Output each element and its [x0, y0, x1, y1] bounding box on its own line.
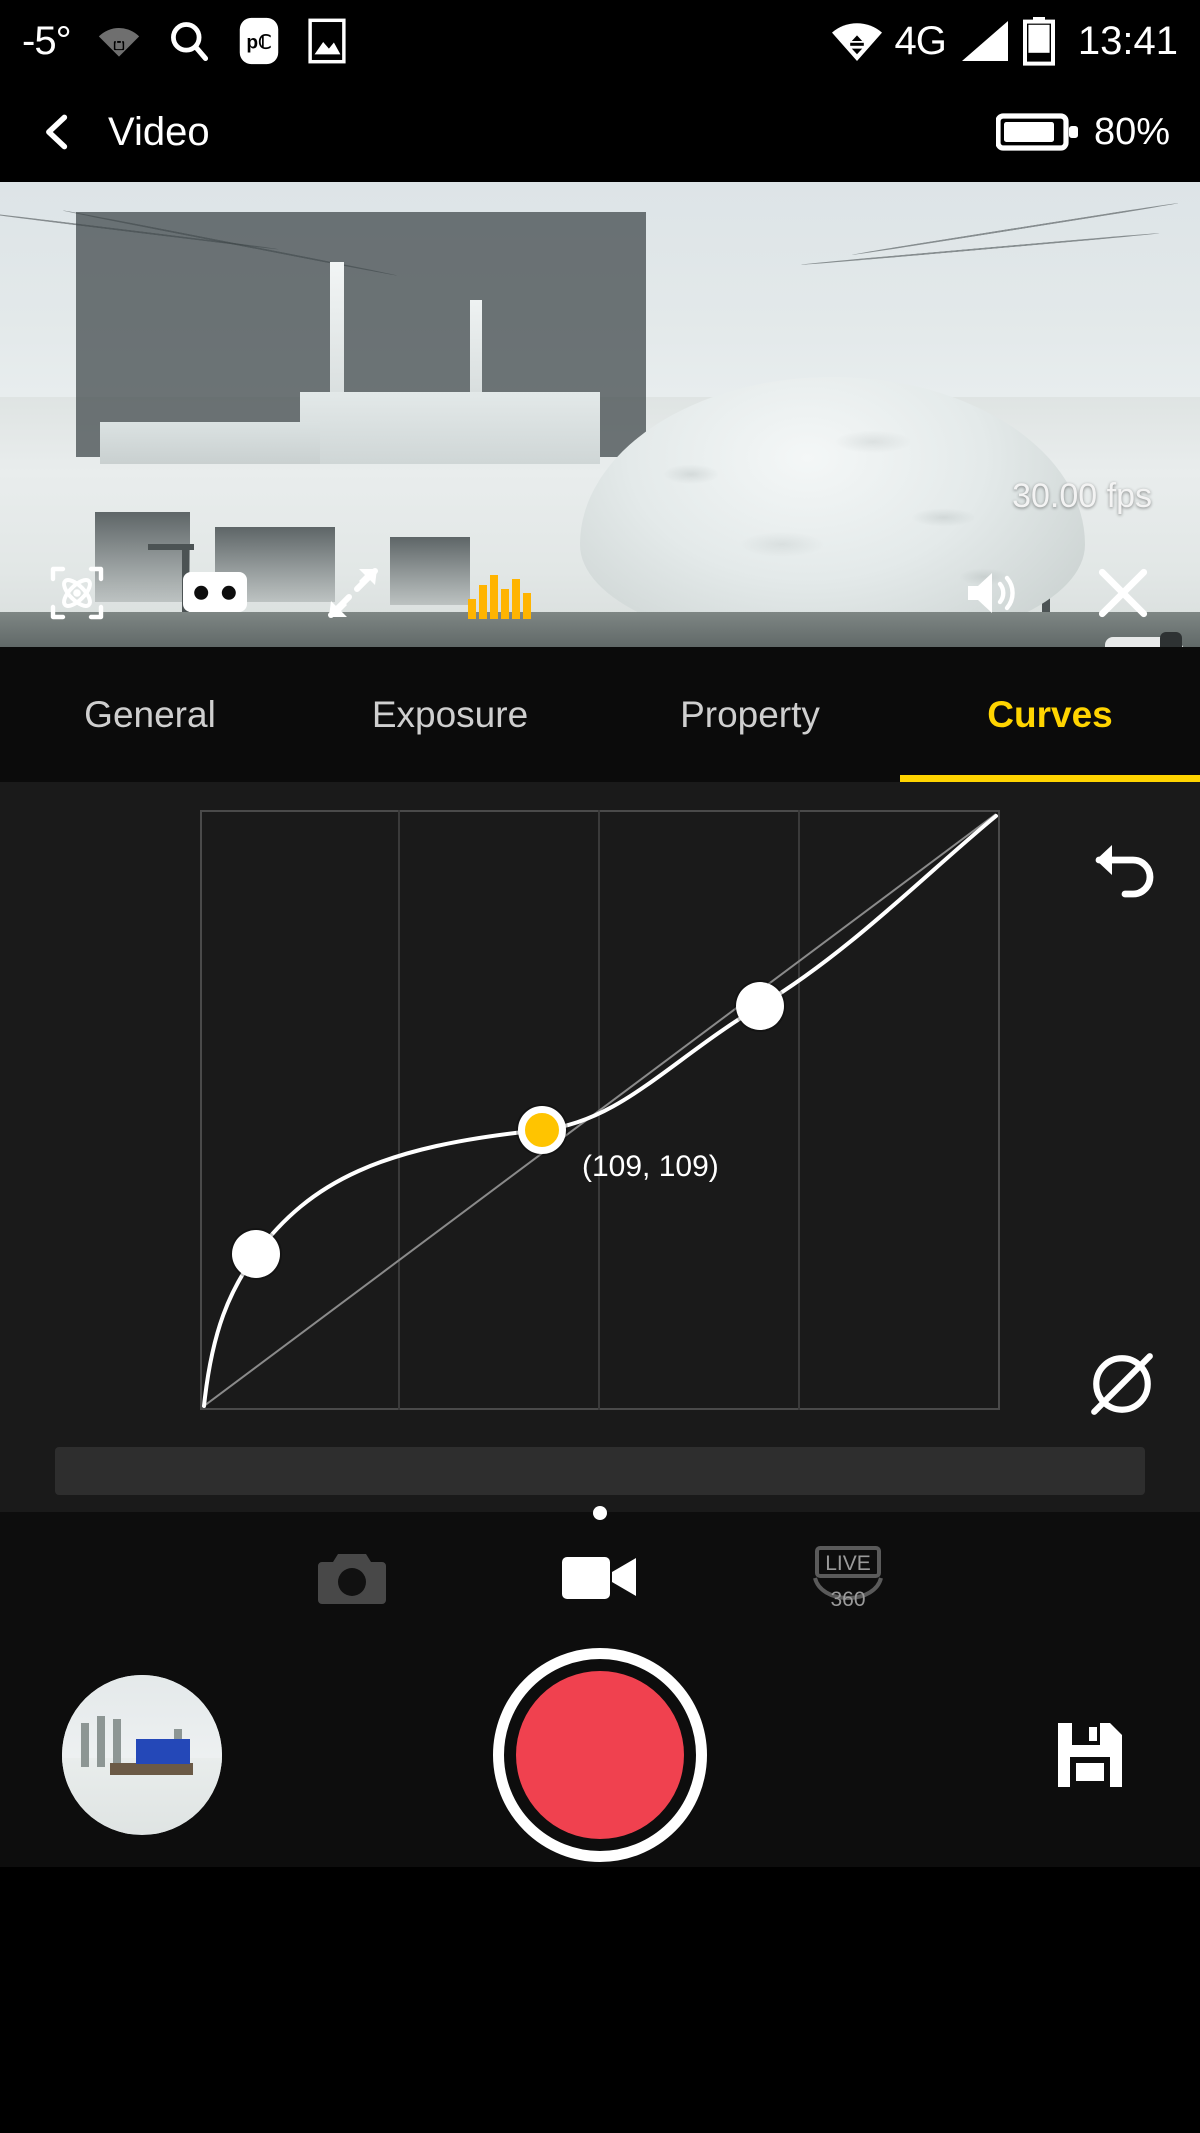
record-shutter-button[interactable] — [493, 1647, 707, 1862]
page-title: Video — [108, 109, 210, 154]
person-figure — [1160, 632, 1182, 647]
battery-icon — [1022, 16, 1056, 66]
curve-lines — [202, 813, 998, 1408]
live360-mode-button[interactable]: LIVE 360 — [788, 1532, 908, 1622]
curve-node-highlights[interactable] — [736, 982, 784, 1030]
tab-curves[interactable]: Curves — [900, 647, 1200, 782]
video-mode-button[interactable] — [540, 1506, 660, 1622]
tab-general[interactable]: General — [0, 647, 300, 782]
tone-curve-plot[interactable]: (109, 109) — [200, 810, 1000, 1410]
signal-strength-icon — [956, 18, 1012, 64]
bottom-action-bar — [0, 1642, 1200, 1867]
curves-panel: (109, 109) — [0, 782, 1200, 1512]
battery-level-icon — [995, 113, 1078, 151]
undo-reset-icon[interactable] — [1080, 824, 1164, 908]
curve-node-selected[interactable] — [518, 1106, 566, 1154]
last-capture-thumbnail[interactable] — [62, 1674, 222, 1835]
status-bar: -5° pℂ 4G 13:41 — [0, 0, 1200, 82]
ice-ridge — [300, 392, 600, 464]
preview-overlay-toolbar — [0, 553, 1200, 633]
nullify-circle-slash-icon[interactable] — [1080, 1342, 1164, 1426]
svg-text:LIVE: LIVE — [825, 1552, 871, 1575]
svg-text:pℂ: pℂ — [246, 33, 271, 54]
save-icon[interactable] — [1042, 1707, 1138, 1803]
active-mode-indicator-dot — [593, 1506, 607, 1520]
histogram-icon[interactable] — [458, 553, 544, 633]
fullscreen-expand-icon[interactable] — [310, 553, 396, 633]
wifi-locked-icon — [97, 22, 141, 60]
psb-app-icon: pℂ — [237, 16, 281, 66]
street-lamp-arm — [148, 544, 194, 550]
temperature-indicator: -5° — [22, 18, 72, 63]
device-battery-status: 80% — [995, 108, 1170, 156]
fps-label: 30.00 fps — [1012, 477, 1152, 515]
settings-tabs: General Exposure Property Curves — [0, 647, 1200, 782]
battery-percent-label: 80% — [1093, 110, 1170, 153]
tab-property[interactable]: Property — [600, 647, 900, 782]
photo-mode-button[interactable] — [292, 1532, 412, 1622]
back-button[interactable] — [30, 104, 86, 160]
gallery-icon — [307, 18, 347, 64]
svg-text:360: 360 — [830, 1588, 865, 1610]
ice-ridge — [100, 422, 320, 464]
network-type-label: 4G — [894, 18, 947, 63]
search-icon — [167, 19, 211, 63]
clock: 13:41 — [1077, 18, 1178, 63]
vpn-key-icon — [829, 17, 885, 65]
gyro-stabilize-icon[interactable] — [34, 553, 120, 633]
vr-cardboard-icon[interactable] — [172, 553, 258, 633]
speaker-volume-icon[interactable] — [948, 553, 1034, 633]
identity-reference-line — [203, 813, 997, 1407]
selected-point-coordinates: (109, 109) — [582, 1150, 719, 1183]
curve-strength-slider[interactable] — [55, 1447, 1145, 1495]
app-bar: Video 80% — [0, 82, 1200, 182]
close-icon[interactable] — [1080, 553, 1166, 633]
curve-node-shadows[interactable] — [232, 1230, 280, 1278]
tab-exposure[interactable]: Exposure — [300, 647, 600, 782]
camera-preview[interactable]: 30.00 fps — [0, 182, 1200, 647]
record-shutter-inner — [516, 1670, 684, 1839]
capture-mode-selector: LIVE 360 — [0, 1506, 1200, 1642]
